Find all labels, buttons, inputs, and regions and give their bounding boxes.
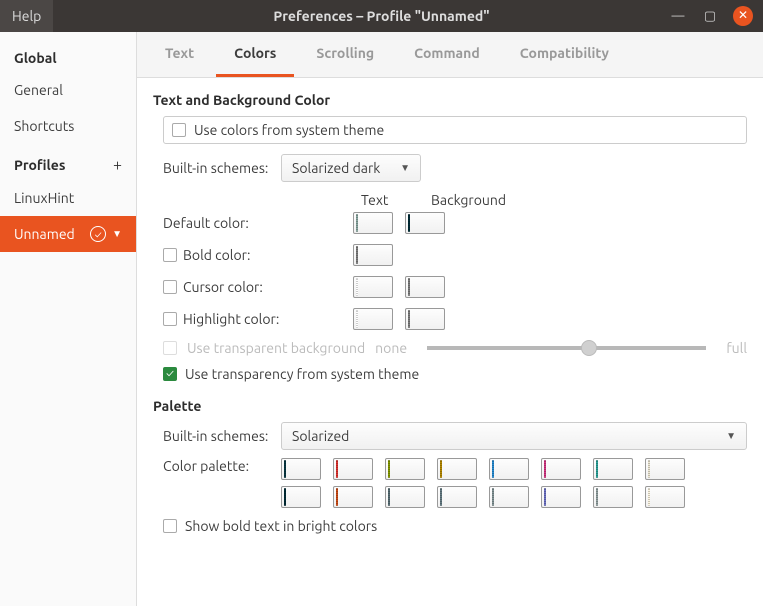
default-bg-swatch[interactable] (405, 212, 445, 234)
chevron-down-icon: ▼ (400, 162, 410, 174)
use-trans-system-label: Use transparency from system theme (185, 366, 419, 382)
builtin-schemes-label: Built-in schemes: (153, 160, 271, 176)
slider-full-label: full (726, 340, 747, 356)
palette-swatch[interactable] (645, 486, 685, 508)
cursor-bg-swatch[interactable] (405, 276, 445, 298)
default-text-swatch[interactable] (353, 212, 393, 234)
show-bold-bright-checkbox[interactable] (163, 519, 177, 533)
palette-builtin-label: Built-in schemes: (153, 428, 271, 444)
palette-builtin-value: Solarized (292, 428, 349, 444)
highlight-bg-swatch[interactable] (405, 308, 445, 330)
sidebar-item-shortcuts[interactable]: Shortcuts (0, 108, 136, 144)
section-palette: Palette (153, 398, 747, 414)
sidebar-item-linuxhint[interactable]: LinuxHint (0, 180, 136, 216)
highlight-text-swatch[interactable] (353, 308, 393, 330)
slider-thumb (581, 340, 597, 356)
builtin-schemes-value: Solarized dark (292, 160, 380, 176)
chevron-down-icon: ▼ (726, 430, 736, 442)
column-text: Text (361, 192, 411, 208)
section-text-bg: Text and Background Color (153, 92, 747, 108)
transparency-slider (427, 346, 706, 350)
help-menu[interactable]: Help (0, 0, 53, 32)
builtin-schemes-dropdown[interactable]: Solarized dark ▼ (281, 154, 421, 182)
title-bar: Help Preferences – Profile "Unnamed" — ▢… (0, 0, 763, 32)
tab-colors[interactable]: Colors (216, 32, 294, 77)
palette-swatch[interactable] (645, 458, 685, 480)
palette-swatch[interactable] (281, 458, 321, 480)
highlight-color-checkbox[interactable] (163, 312, 177, 326)
use-system-colors-checkbox[interactable] (172, 123, 186, 137)
color-palette-label: Color palette: (153, 458, 271, 474)
column-background: Background (431, 192, 481, 208)
tab-scrolling[interactable]: Scrolling (298, 32, 392, 77)
palette-swatch[interactable] (593, 458, 633, 480)
tab-compatibility[interactable]: Compatibility (502, 32, 627, 77)
use-system-colors-label: Use colors from system theme (194, 122, 384, 138)
palette-row-2 (281, 486, 691, 508)
palette-swatch[interactable] (281, 486, 321, 508)
bold-color-label: Bold color: (183, 247, 250, 263)
show-bold-bright-label: Show bold text in bright colors (185, 518, 377, 534)
cursor-text-swatch[interactable] (353, 276, 393, 298)
profile-menu-caret-icon[interactable]: ▼ (112, 228, 122, 240)
palette-swatch[interactable] (385, 458, 425, 480)
sidebar: Global General Shortcuts Profiles + Linu… (0, 32, 137, 606)
bold-color-checkbox[interactable] (163, 248, 177, 262)
palette-swatch[interactable] (333, 486, 373, 508)
close-button[interactable]: ✕ (733, 6, 753, 26)
active-profile-icon: ✓ (90, 226, 106, 242)
maximize-button[interactable]: ▢ (701, 7, 719, 25)
cursor-color-checkbox[interactable] (163, 280, 177, 294)
palette-swatch[interactable] (593, 486, 633, 508)
palette-swatch[interactable] (333, 458, 373, 480)
palette-swatch[interactable] (385, 486, 425, 508)
bold-swatch[interactable] (353, 244, 393, 266)
tab-command[interactable]: Command (396, 32, 498, 77)
highlight-color-label: Highlight color: (183, 311, 279, 327)
palette-swatch[interactable] (437, 458, 477, 480)
palette-swatch[interactable] (541, 458, 581, 480)
palette-swatch[interactable] (541, 486, 581, 508)
sidebar-item-unnamed[interactable]: Unnamed ✓ ▼ (0, 216, 136, 252)
sidebar-profiles-header: Profiles + (0, 144, 136, 180)
palette-swatch[interactable] (489, 458, 529, 480)
transparent-bg-checkbox (163, 341, 177, 355)
tab-text[interactable]: Text (147, 32, 212, 77)
default-color-label: Default color: (153, 215, 353, 231)
profiles-label: Profiles (14, 157, 65, 173)
slider-none-label: none (375, 340, 407, 356)
main-pane: Text Colors Scrolling Command Compatibil… (137, 32, 763, 606)
palette-builtin-dropdown[interactable]: Solarized ▼ (281, 422, 747, 450)
palette-swatch[interactable] (437, 486, 477, 508)
tabs: Text Colors Scrolling Command Compatibil… (137, 32, 763, 78)
transparent-bg-label: Use transparent background (187, 340, 365, 356)
sidebar-item-general[interactable]: General (0, 72, 136, 108)
palette-swatch[interactable] (489, 486, 529, 508)
sidebar-global-header: Global (0, 38, 136, 72)
palette-row-1 (281, 458, 691, 480)
cursor-color-label: Cursor color: (183, 279, 263, 295)
sidebar-item-label: Unnamed (14, 226, 75, 242)
add-profile-icon[interactable]: + (113, 156, 122, 174)
minimize-button[interactable]: — (669, 7, 687, 25)
use-trans-system-checkbox[interactable]: ✓ (163, 367, 177, 381)
window-title: Preferences – Profile "Unnamed" (273, 8, 489, 24)
